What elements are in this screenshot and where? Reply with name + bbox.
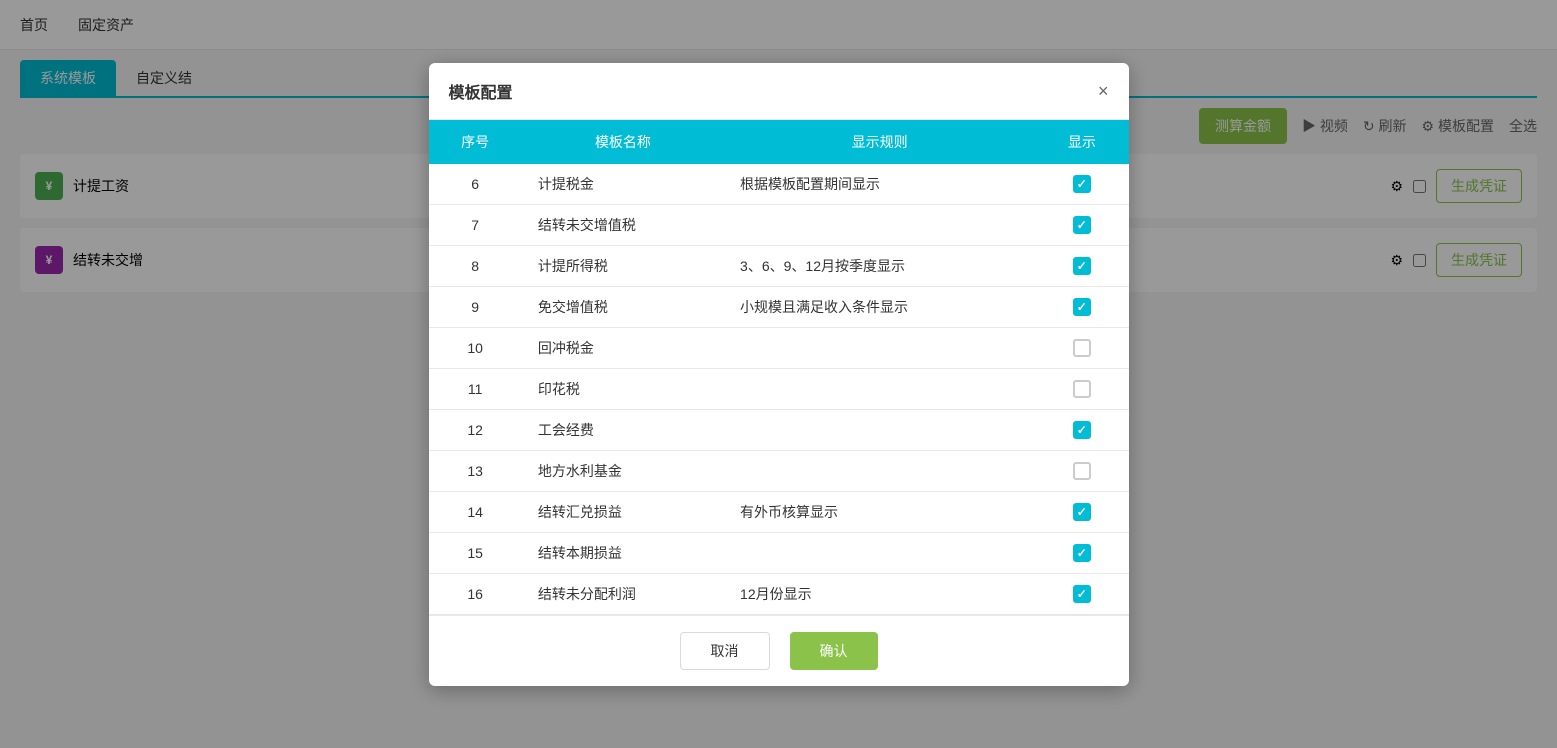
cell-id-3: 9 (429, 286, 522, 327)
config-table: 序号 模板名称 显示规则 显示 6计提税金根据模板配置期间显示7结转未交增值税8… (429, 120, 1129, 615)
cell-name-8: 结转汇兑损益 (522, 491, 724, 532)
cell-rule-3: 小规模且满足收入条件显示 (724, 286, 1035, 327)
col-header-display: 显示 (1035, 120, 1128, 164)
cell-name-6: 工会经费 (522, 409, 724, 450)
checkbox-10[interactable] (1073, 339, 1091, 357)
cell-id-1: 7 (429, 204, 522, 245)
modal-title: 模板配置 (449, 79, 513, 103)
cell-id-2: 8 (429, 245, 522, 286)
table-row: 13地方水利基金 (429, 450, 1129, 491)
cell-name-10: 结转未分配利润 (522, 573, 724, 614)
modal-footer: 取消 确认 (429, 615, 1129, 686)
cell-check-8 (1035, 491, 1128, 532)
cell-id-5: 11 (429, 368, 522, 409)
cell-id-10: 16 (429, 573, 522, 614)
cell-id-8: 14 (429, 491, 522, 532)
cell-rule-7 (724, 450, 1035, 491)
table-row: 12工会经费 (429, 409, 1129, 450)
cell-name-9: 结转本期损益 (522, 532, 724, 573)
checkbox-14[interactable] (1073, 503, 1091, 521)
checkbox-12[interactable] (1073, 421, 1091, 439)
col-header-id: 序号 (429, 120, 522, 164)
cell-check-1 (1035, 204, 1128, 245)
table-row: 7结转未交增值税 (429, 204, 1129, 245)
table-row: 10回冲税金 (429, 327, 1129, 368)
cell-name-5: 印花税 (522, 368, 724, 409)
cell-rule-9 (724, 532, 1035, 573)
cell-check-6 (1035, 409, 1128, 450)
modal-close-button[interactable]: × (1098, 82, 1109, 100)
cell-rule-6 (724, 409, 1035, 450)
table-row: 9免交增值税小规模且满足收入条件显示 (429, 286, 1129, 327)
modal-overlay: 模板配置 × 序号 模板名称 显示规则 显示 6计提税金根据模板配置期间显示7结… (0, 0, 1557, 748)
cell-check-9 (1035, 532, 1128, 573)
cell-name-3: 免交增值税 (522, 286, 724, 327)
modal-template-config: 模板配置 × 序号 模板名称 显示规则 显示 6计提税金根据模板配置期间显示7结… (429, 63, 1129, 686)
cell-rule-0: 根据模板配置期间显示 (724, 164, 1035, 205)
table-row: 14结转汇兑损益有外币核算显示 (429, 491, 1129, 532)
checkbox-13[interactable] (1073, 462, 1091, 480)
cell-check-3 (1035, 286, 1128, 327)
checkbox-8[interactable] (1073, 257, 1091, 275)
modal-header: 模板配置 × (429, 63, 1129, 120)
cell-id-9: 15 (429, 532, 522, 573)
cell-name-0: 计提税金 (522, 164, 724, 205)
table-row: 15结转本期损益 (429, 532, 1129, 573)
cell-check-10 (1035, 573, 1128, 614)
cell-id-7: 13 (429, 450, 522, 491)
col-header-rule: 显示规则 (724, 120, 1035, 164)
checkbox-6[interactable] (1073, 175, 1091, 193)
cancel-button[interactable]: 取消 (680, 632, 770, 670)
table-row: 16结转未分配利润12月份显示 (429, 573, 1129, 614)
cell-name-1: 结转未交增值税 (522, 204, 724, 245)
cell-rule-5 (724, 368, 1035, 409)
cell-name-2: 计提所得税 (522, 245, 724, 286)
cell-rule-1 (724, 204, 1035, 245)
cell-check-2 (1035, 245, 1128, 286)
cell-check-4 (1035, 327, 1128, 368)
cell-id-6: 12 (429, 409, 522, 450)
checkbox-16[interactable] (1073, 585, 1091, 603)
cell-name-7: 地方水利基金 (522, 450, 724, 491)
cell-rule-4 (724, 327, 1035, 368)
cell-rule-10: 12月份显示 (724, 573, 1035, 614)
cell-id-4: 10 (429, 327, 522, 368)
confirm-button[interactable]: 确认 (790, 632, 878, 670)
table-row: 11印花税 (429, 368, 1129, 409)
checkbox-15[interactable] (1073, 544, 1091, 562)
cell-check-0 (1035, 164, 1128, 205)
cell-id-0: 6 (429, 164, 522, 205)
checkbox-7[interactable] (1073, 216, 1091, 234)
table-body: 6计提税金根据模板配置期间显示7结转未交增值税8计提所得税3、6、9、12月按季… (429, 164, 1129, 615)
cell-rule-2: 3、6、9、12月按季度显示 (724, 245, 1035, 286)
modal-body: 序号 模板名称 显示规则 显示 6计提税金根据模板配置期间显示7结转未交增值税8… (429, 120, 1129, 615)
table-row: 6计提税金根据模板配置期间显示 (429, 164, 1129, 205)
cell-check-7 (1035, 450, 1128, 491)
checkbox-9[interactable] (1073, 298, 1091, 316)
checkbox-11[interactable] (1073, 380, 1091, 398)
table-header: 序号 模板名称 显示规则 显示 (429, 120, 1129, 164)
cell-name-4: 回冲税金 (522, 327, 724, 368)
table-row: 8计提所得税3、6、9、12月按季度显示 (429, 245, 1129, 286)
cell-check-5 (1035, 368, 1128, 409)
col-header-name: 模板名称 (522, 120, 724, 164)
cell-rule-8: 有外币核算显示 (724, 491, 1035, 532)
